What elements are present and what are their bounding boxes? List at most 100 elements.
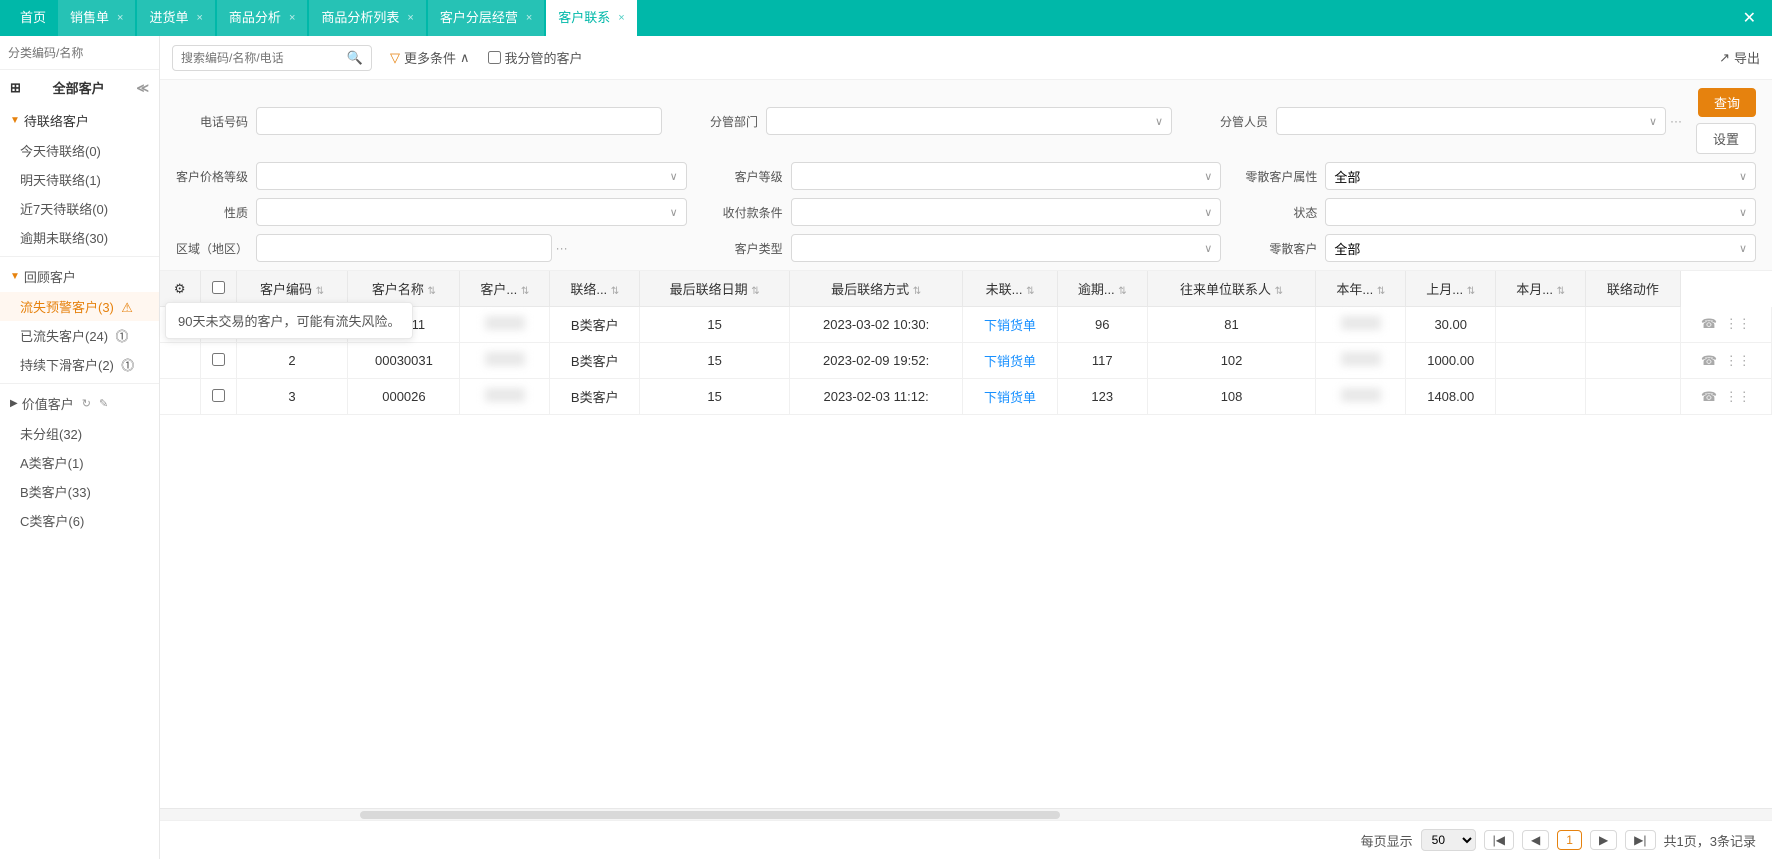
col-last-date[interactable]: 最后联络日期 ⇅ <box>640 271 790 307</box>
row1-action-more-icon[interactable]: ⋮⋮ <box>1725 316 1751 331</box>
search-icon[interactable]: 🔍 <box>347 50 363 66</box>
col-this-month[interactable]: 本月... ⇅ <box>1496 271 1586 307</box>
search-input[interactable] <box>181 51 341 65</box>
sidebar-collapse-icon[interactable]: ≪ <box>136 81 149 95</box>
sidebar-item-a-class[interactable]: A类客户(1) <box>0 448 159 477</box>
status-select[interactable]: ∨ <box>1325 198 1756 226</box>
region-more-btn[interactable]: ··· <box>556 241 568 255</box>
last-page-btn[interactable]: ▶| <box>1625 830 1655 850</box>
sidebar-item-b-class[interactable]: B类客户(33) <box>0 477 159 506</box>
review-arrow-icon: ▼ <box>10 271 20 282</box>
dept-label: 分管部门 <box>686 113 766 130</box>
tab-analysis[interactable]: 商品分析 × <box>217 0 307 36</box>
sidebar-item-overdue-contact[interactable]: 逾期未联络(30) <box>0 223 159 252</box>
col-last-month[interactable]: 上月... ⇅ <box>1406 271 1496 307</box>
col-last-method[interactable]: 最后联络方式 ⇅ <box>789 271 962 307</box>
sidebar-group-pending[interactable]: ▼ 待联络客户 <box>0 105 159 136</box>
tab-customer-tier-close[interactable]: × <box>526 0 532 36</box>
per-page-select[interactable]: 50 100 200 <box>1421 829 1476 851</box>
price-level-select[interactable]: ∨ <box>256 162 687 190</box>
tab-customer-tier[interactable]: 客户分层经营 × <box>428 0 544 36</box>
row3-name <box>460 379 550 415</box>
filter-dept: 分管部门 ∨ <box>686 107 1172 135</box>
row3-checkbox[interactable] <box>200 379 236 415</box>
sidebar-group-value[interactable]: ▶ 价值客户 ↻ ✎ <box>0 388 159 419</box>
sidebar-search-input[interactable] <box>8 46 160 60</box>
col-overdue[interactable]: 逾期... ⇅ <box>1057 271 1147 307</box>
row3-contact2-blurred <box>1341 388 1381 402</box>
sidebar-item-ungrouped[interactable]: 未分组(32) <box>0 419 159 448</box>
value-refresh-icon[interactable]: ↻ <box>82 397 91 410</box>
customer-type-select[interactable]: ∨ <box>791 234 1222 262</box>
select-all-checkbox[interactable] <box>212 281 225 294</box>
more-conditions-btn[interactable]: ▽ 更多条件 ∧ <box>382 44 478 71</box>
first-page-btn[interactable]: |◀ <box>1484 830 1514 850</box>
row2-last-method[interactable]: 下销货单 <box>963 343 1058 379</box>
row1-last-date: 2023-03-02 10:30: <box>789 307 962 343</box>
sidebar-item-c-class[interactable]: C类客户(6) <box>0 506 159 535</box>
declining-icon: ⓵ <box>121 358 134 373</box>
horizontal-scrollbar[interactable] <box>160 808 1772 820</box>
tab-customer-contact-close[interactable]: × <box>618 0 624 36</box>
sidebar-item-7days[interactable]: 近7天待联络(0) <box>0 194 159 223</box>
row3-last-method[interactable]: 下销货单 <box>963 379 1058 415</box>
tab-analysis-close[interactable]: × <box>289 0 295 36</box>
my-customers-check[interactable] <box>488 51 501 64</box>
sidebar-item-declining[interactable]: 持续下滑客户(2) ⓵ <box>0 350 159 379</box>
nature-select[interactable]: ∨ <box>256 198 687 226</box>
my-customers-checkbox[interactable]: 我分管的客户 <box>488 48 583 67</box>
tab-purchase[interactable]: 进货单 × <box>137 0 214 36</box>
export-btn[interactable]: ↗ 导出 <box>1719 48 1760 67</box>
manager-more-btn[interactable]: ··· <box>1670 114 1682 128</box>
row1-action-contact-icon[interactable]: ☎ <box>1701 316 1717 331</box>
phone-input[interactable] <box>256 107 662 135</box>
tab-sales-close[interactable]: × <box>117 0 123 36</box>
sidebar-group-review[interactable]: ▼ 回顾客户 <box>0 261 159 292</box>
sidebar-item-tomorrow[interactable]: 明天待联络(1) <box>0 165 159 194</box>
tab-analysis-list[interactable]: 商品分析列表 × <box>309 0 425 36</box>
tab-purchase-close[interactable]: × <box>196 0 202 36</box>
col-this-year[interactable]: 本年... ⇅ <box>1316 271 1406 307</box>
retail-select[interactable]: 全部 ∨ <box>1325 234 1756 262</box>
row3-check[interactable] <box>212 389 225 402</box>
this-month-sort-icon: ⇅ <box>1557 286 1565 297</box>
payment-select[interactable]: ∨ <box>791 198 1222 226</box>
col-contact[interactable]: 联络... ⇅ <box>550 271 640 307</box>
col-type[interactable]: 客户... ⇅ <box>460 271 550 307</box>
sidebar-all-customers[interactable]: ⊞ 全部客户 ≪ <box>0 70 159 105</box>
filter-phone: 电话号码 <box>176 107 662 135</box>
sidebar-item-churn-warning[interactable]: 流失预警客户(3) ⚠ <box>0 292 159 321</box>
home-tab[interactable]: 首页 <box>8 0 58 36</box>
row1-last-method[interactable]: 下销货单 <box>963 307 1058 343</box>
query-btn[interactable]: 查询 <box>1698 88 1756 117</box>
row2-check[interactable] <box>212 353 225 366</box>
row3-action-contact-icon[interactable]: ☎ <box>1701 389 1717 404</box>
prev-page-btn[interactable]: ◀ <box>1522 830 1549 850</box>
manager-select[interactable]: ∨ <box>1276 107 1666 135</box>
dept-select[interactable]: ∨ <box>766 107 1172 135</box>
row3-action: ☎ ⋮⋮ <box>1680 379 1771 415</box>
tab-customer-contact[interactable]: 客户联系 × <box>546 0 636 36</box>
setting-btn[interactable]: 设置 <box>1696 123 1756 154</box>
col-uncontacted[interactable]: 未联... ⇅ <box>963 271 1058 307</box>
sidebar-item-churned[interactable]: 已流失客户(24) ⓵ <box>0 321 159 350</box>
window-close[interactable]: ✕ <box>1735 8 1764 28</box>
churn-warning-icon: ⚠ <box>121 300 133 315</box>
contact-sort-icon: ⇅ <box>611 286 619 297</box>
tab-analysis-list-close[interactable]: × <box>407 0 413 36</box>
row2-checkbox[interactable] <box>200 343 236 379</box>
row3-action-more-icon[interactable]: ⋮⋮ <box>1725 389 1751 404</box>
region-input[interactable] <box>256 234 552 262</box>
customer-level-select[interactable]: ∨ <box>791 162 1222 190</box>
row2-action-contact-icon[interactable]: ☎ <box>1701 353 1717 368</box>
row2-action-more-icon[interactable]: ⋮⋮ <box>1725 353 1751 368</box>
row1-this-month <box>1586 307 1681 343</box>
next-page-btn[interactable]: ▶ <box>1590 830 1617 850</box>
payment-chevron-icon: ∨ <box>1204 206 1212 219</box>
retail-attr-select[interactable]: 全部 ∨ <box>1325 162 1756 190</box>
col-contact2[interactable]: 往来单位联系人 ⇅ <box>1147 271 1316 307</box>
scrollbar-thumb[interactable] <box>360 811 1060 819</box>
tab-sales[interactable]: 销售单 × <box>58 0 135 36</box>
sidebar-item-today[interactable]: 今天待联络(0) <box>0 136 159 165</box>
value-edit-icon[interactable]: ✎ <box>99 397 108 410</box>
